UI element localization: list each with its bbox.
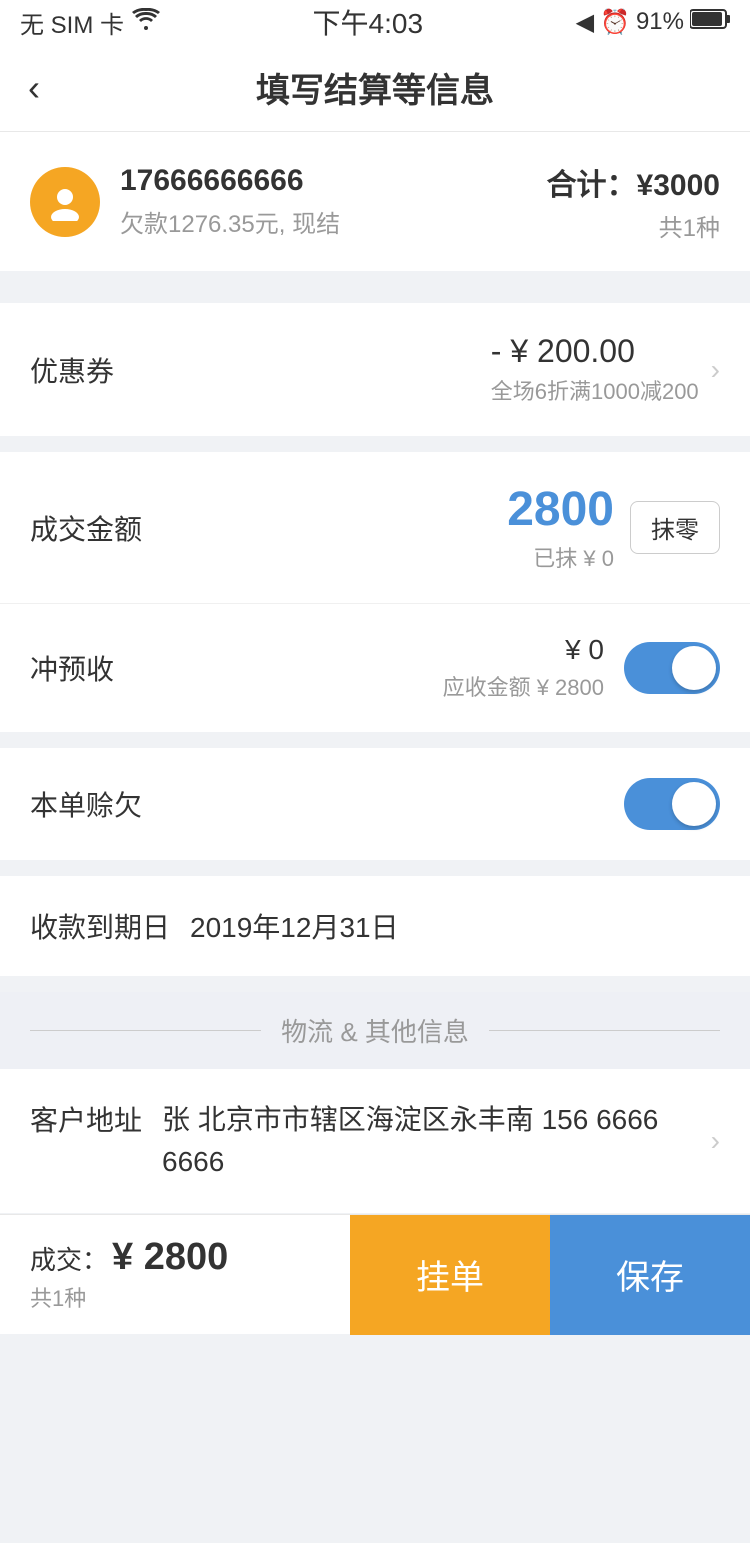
credit-toggle[interactable] bbox=[624, 778, 720, 830]
battery-icon bbox=[690, 8, 730, 37]
status-bar: 无 SIM 卡 下午4:03 ◀ ⏰ 91% bbox=[0, 0, 750, 44]
coupon-amount: - ¥ 200.00 bbox=[491, 333, 699, 370]
bottom-amount: ¥ 2800 bbox=[112, 1236, 228, 1279]
coupon-label: 优惠券 bbox=[30, 350, 114, 390]
total-count: 共1种 bbox=[547, 208, 720, 243]
coupon-desc: 全场6折满1000减200 bbox=[491, 374, 699, 406]
toggle-knob bbox=[672, 646, 716, 690]
credit-label: 本单赊欠 bbox=[30, 784, 142, 824]
avatar bbox=[30, 167, 100, 237]
transaction-section: 成交金额 2800 已抹 ¥ 0 抹零 冲预收 ¥ 0 应收金额 ¥ 2800 bbox=[0, 452, 750, 732]
status-time: 下午4:03 bbox=[313, 2, 424, 42]
save-button[interactable]: 保存 bbox=[550, 1215, 750, 1335]
divider-2 bbox=[0, 436, 750, 452]
prepay-amount: ¥ 0 bbox=[443, 634, 604, 666]
bottom-bar: 成交： ¥ 2800 共1种 挂单 保存 bbox=[0, 1214, 750, 1334]
coupon-row[interactable]: 优惠券 - ¥ 200.00 全场6折满1000减200 › bbox=[0, 303, 750, 436]
bottom-deal-label: 成交： bbox=[30, 1240, 108, 1277]
prepay-row: 冲预收 ¥ 0 应收金额 ¥ 2800 bbox=[0, 604, 750, 732]
battery-text: 91% bbox=[636, 8, 684, 36]
round-button[interactable]: 抹零 bbox=[630, 501, 720, 554]
divider-1 bbox=[0, 287, 750, 303]
credit-section: 本单赊欠 bbox=[0, 748, 750, 860]
back-button[interactable]: ‹ bbox=[28, 67, 40, 109]
page-title: 填写结算等信息 bbox=[256, 63, 494, 112]
bottom-count: 共1种 bbox=[30, 1281, 320, 1313]
duedate-label: 收款到期日 bbox=[30, 906, 170, 946]
customer-phone: 17666666666 bbox=[120, 164, 340, 198]
customer-section: 17666666666 欠款1276.35元, 现结 合计：¥3000 共1种 bbox=[0, 132, 750, 271]
divider-3 bbox=[0, 732, 750, 748]
credit-toggle-knob bbox=[672, 782, 716, 826]
status-left: 无 SIM 卡 bbox=[20, 5, 160, 40]
logistics-text: 物流 & 其他信息 bbox=[281, 1012, 469, 1049]
prepay-label: 冲预收 bbox=[30, 648, 114, 688]
customer-sub: 欠款1276.35元, 现结 bbox=[120, 204, 340, 239]
transaction-label: 成交金额 bbox=[30, 508, 142, 548]
divider-5 bbox=[0, 976, 750, 992]
logistics-separator: 物流 & 其他信息 bbox=[0, 992, 750, 1069]
prepay-toggle[interactable] bbox=[624, 642, 720, 694]
location-icon: ◀ bbox=[576, 8, 594, 37]
hold-button[interactable]: 挂单 bbox=[350, 1215, 550, 1335]
transaction-amount: 2800 bbox=[507, 482, 614, 537]
alarm-icon: ⏰ bbox=[600, 8, 630, 37]
bottom-info: 成交： ¥ 2800 共1种 bbox=[0, 1236, 350, 1313]
nav-bar: ‹ 填写结算等信息 bbox=[0, 44, 750, 132]
coupon-chevron-icon: › bbox=[711, 354, 720, 386]
address-value: 张 北京市市辖区海淀区永丰南 156 6666 6666 bbox=[162, 1099, 691, 1183]
address-section[interactable]: 客户地址 张 北京市市辖区海淀区永丰南 156 6666 6666 › bbox=[0, 1069, 750, 1213]
duedate-value: 2019年12月31日 bbox=[190, 906, 399, 946]
address-chevron-icon: › bbox=[711, 1125, 720, 1157]
address-label: 客户地址 bbox=[30, 1099, 142, 1139]
transaction-row: 成交金额 2800 已抹 ¥ 0 抹零 bbox=[0, 452, 750, 604]
status-right: ◀ ⏰ 91% bbox=[576, 8, 730, 37]
wifi-icon bbox=[132, 8, 160, 37]
total-amount: 合计：¥3000 bbox=[547, 160, 720, 204]
sim-status: 无 SIM 卡 bbox=[20, 5, 124, 40]
prepay-sub: 应收金额 ¥ 2800 bbox=[443, 670, 604, 702]
divider-4 bbox=[0, 860, 750, 876]
transaction-sub: 已抹 ¥ 0 bbox=[507, 541, 614, 573]
duedate-section: 收款到期日 2019年12月31日 bbox=[0, 876, 750, 976]
credit-row: 本单赊欠 bbox=[0, 748, 750, 860]
